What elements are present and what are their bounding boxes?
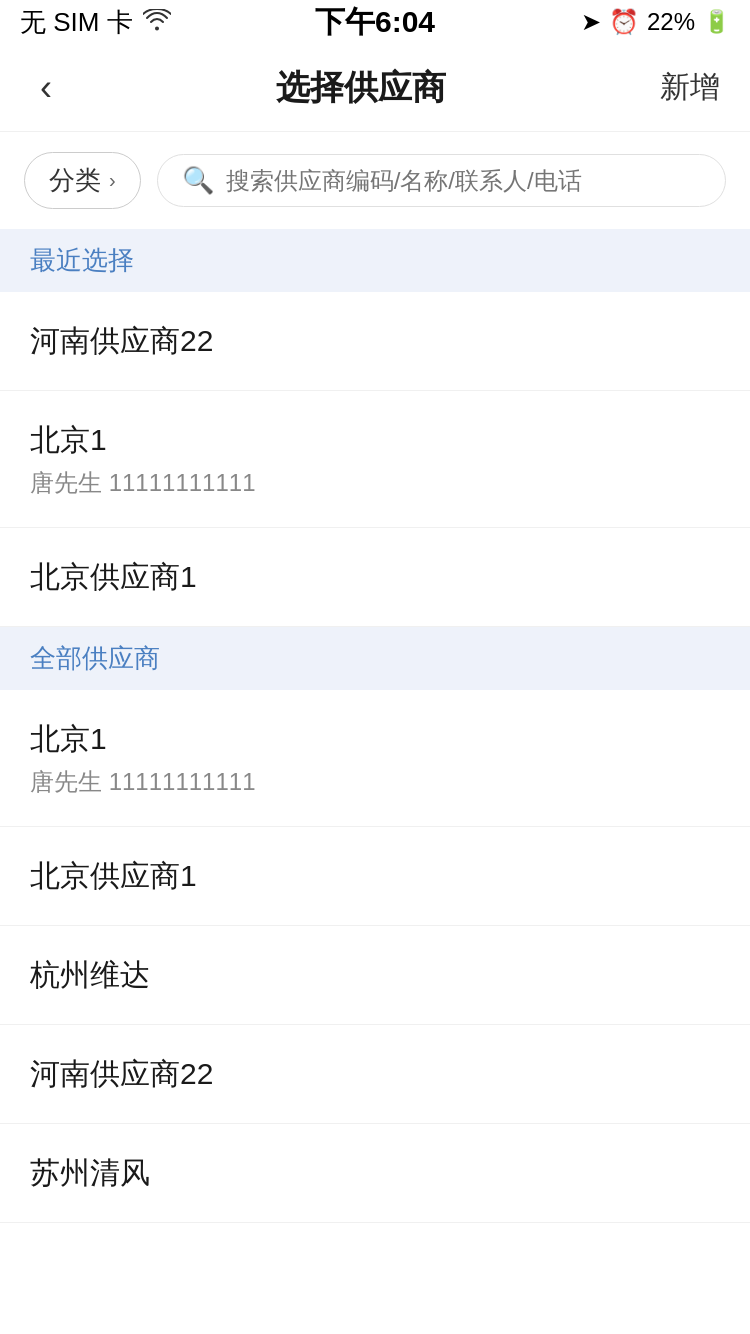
nav-bar: ‹ 选择供应商 新增 (0, 44, 750, 132)
list-item[interactable]: 河南供应商22 (0, 292, 750, 391)
search-box: 🔍 (157, 154, 726, 207)
battery-text: 22% (647, 8, 695, 36)
page-title: 选择供应商 (276, 65, 446, 111)
wifi-icon (143, 7, 171, 38)
status-time: 下午6:04 (315, 2, 435, 43)
list-item[interactable]: 北京供应商1 (0, 827, 750, 926)
item-name: 北京1 (30, 718, 720, 760)
alarm-icon: ⏰ (609, 8, 639, 36)
status-bar: 无 SIM 卡 下午6:04 ➤ ⏰ 22% 🔋 (0, 0, 750, 44)
list-item[interactable]: 北京供应商1 (0, 528, 750, 627)
list-item[interactable]: 杭州维达 (0, 926, 750, 1025)
search-input[interactable] (226, 167, 701, 195)
carrier-text: 无 SIM 卡 (20, 5, 133, 40)
back-button[interactable]: ‹ (30, 57, 62, 119)
all-section-header: 全部供应商 (0, 627, 750, 690)
item-sub: 唐先生 11111111111 (30, 766, 720, 798)
item-name: 北京1 (30, 419, 720, 461)
all-section-label: 全部供应商 (30, 643, 160, 673)
location-icon: ➤ (581, 8, 601, 36)
list-item[interactable]: 河南供应商22 (0, 1025, 750, 1124)
item-name: 河南供应商22 (30, 320, 720, 362)
list-item[interactable]: 北京1 唐先生 11111111111 (0, 391, 750, 528)
status-right: ➤ ⏰ 22% 🔋 (581, 8, 730, 36)
recent-section-header: 最近选择 (0, 229, 750, 292)
item-name: 北京供应商1 (30, 556, 720, 598)
chevron-right-icon: › (109, 169, 116, 192)
category-button[interactable]: 分类 › (24, 152, 141, 209)
item-sub: 唐先生 11111111111 (30, 467, 720, 499)
battery-icon: 🔋 (703, 9, 730, 35)
recent-items-list: 河南供应商22 北京1 唐先生 11111111111 北京供应商1 (0, 292, 750, 627)
item-name: 苏州清风 (30, 1152, 720, 1194)
list-item[interactable]: 苏州清风 (0, 1124, 750, 1223)
search-icon: 🔍 (182, 165, 214, 196)
status-left: 无 SIM 卡 (20, 5, 171, 40)
list-item[interactable]: 北京1 唐先生 11111111111 (0, 690, 750, 827)
item-name: 北京供应商1 (30, 855, 720, 897)
add-button[interactable]: 新增 (660, 67, 720, 108)
category-label: 分类 (49, 163, 101, 198)
item-name: 杭州维达 (30, 954, 720, 996)
recent-section-label: 最近选择 (30, 245, 134, 275)
item-name: 河南供应商22 (30, 1053, 720, 1095)
all-items-list: 北京1 唐先生 11111111111 北京供应商1 杭州维达 河南供应商22 苏… (0, 690, 750, 1223)
filter-bar: 分类 › 🔍 (0, 132, 750, 229)
